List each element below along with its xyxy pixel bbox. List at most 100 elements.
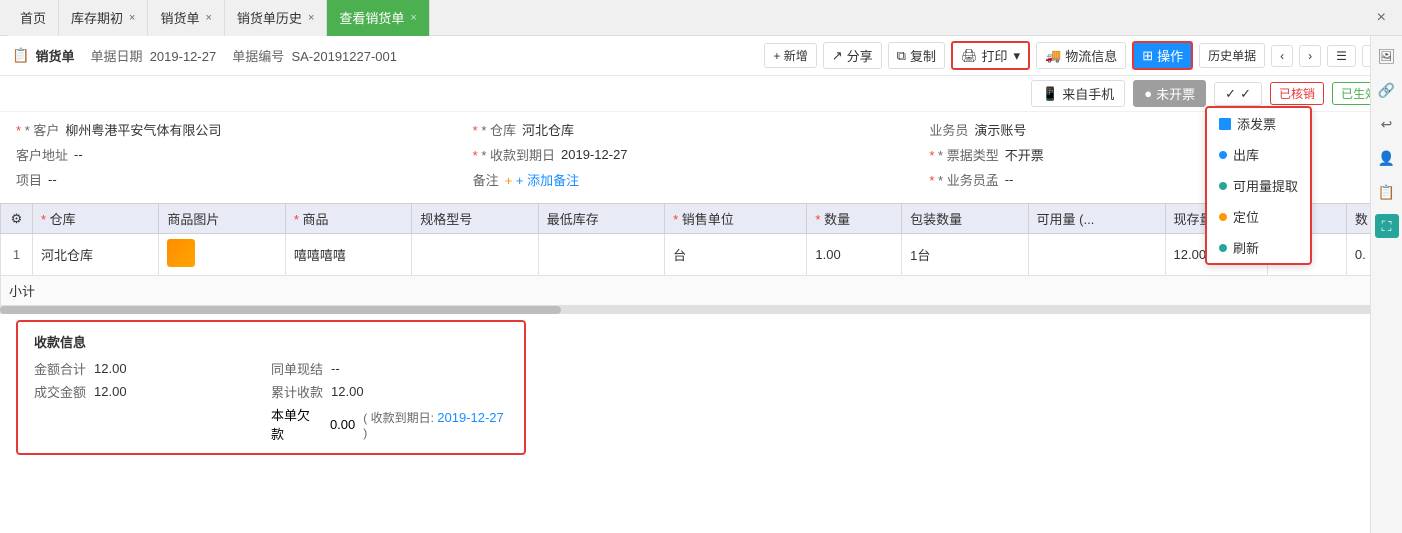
copy-icon: ⧉ <box>897 48 906 64</box>
dropdown-arrow: ▾ <box>1014 48 1021 64</box>
right-sidebar: 🖼 🔗 ↩ 👤 📋 ⛶ <box>1370 36 1402 533</box>
col-gear: ⚙ <box>1 204 33 234</box>
copy-button[interactable]: ⧉ 复制 <box>888 42 945 69</box>
tab-inventory-init[interactable]: 库存期初 × <box>59 0 148 36</box>
check-icon: ✓ <box>1225 86 1236 102</box>
summary-grid: 金额合计 12.00 同单现结 -- 成交金额 12.00 累计收款 12.00… <box>34 359 508 443</box>
from-phone-button[interactable]: 📱 来自手机 <box>1031 80 1125 107</box>
dropdown-locate[interactable]: 定位 <box>1207 201 1310 232</box>
row-product-img <box>159 234 285 276</box>
tab-close-history[interactable]: × <box>308 12 314 24</box>
tab-close-inventory[interactable]: × <box>129 12 135 24</box>
print-icon: 🖨 <box>961 48 978 64</box>
new-button[interactable]: + 新增 <box>764 43 816 68</box>
project-field: 项目 -- <box>16 170 473 189</box>
truck-icon: 🚚 <box>1045 48 1061 64</box>
number-label: 单据编号 SA-20191227-001 <box>232 46 397 65</box>
total-amount-value: 12.00 <box>94 361 127 376</box>
row-quantity: 1.00 <box>807 234 902 276</box>
tab-close-view[interactable]: × <box>410 12 416 24</box>
sidebar-link-icon[interactable]: 🔗 <box>1375 78 1399 102</box>
col-warehouse: * 仓库 <box>33 204 159 234</box>
due-date-link[interactable]: 2019-12-27 <box>437 410 504 425</box>
verify-button[interactable]: ✓ ✓ <box>1214 82 1262 106</box>
staff2-field: * * 业务员孟 -- <box>929 170 1386 189</box>
col-pack-qty: 包装数量 <box>902 204 1028 234</box>
sidebar-doc-icon[interactable]: 📋 <box>1375 180 1399 204</box>
tab-close-sales[interactable]: × <box>205 12 211 24</box>
document-header: 📋 销货单 单据日期 2019-12-27 单据编号 SA-20191227-0… <box>0 36 1402 76</box>
same-order-item: 同单现结 -- <box>271 359 508 378</box>
col-product-img: 商品图片 <box>159 204 285 234</box>
row-pack-qty: 1台 <box>902 234 1028 276</box>
row-warehouse: 河北仓库 <box>33 234 159 276</box>
sidebar-expand-icon[interactable]: ⛶ <box>1375 214 1399 238</box>
row-sales-unit: 台 <box>665 234 807 276</box>
product-table: ⚙ * 仓库 商品图片 * 商品 规格型号 最低库存 * 销售单位 * 数量 包… <box>0 203 1402 306</box>
sidebar-back-icon[interactable]: ↩ <box>1375 112 1399 136</box>
tab-home[interactable]: 首页 <box>8 0 59 36</box>
transaction-amount-item: 成交金额 12.00 <box>34 382 271 401</box>
add-note-button[interactable]: + + 添加备注 <box>505 170 579 189</box>
same-order-value: -- <box>331 361 340 376</box>
ops-icon: ⊞ <box>1142 48 1153 64</box>
total-amount-item: 金额合计 12.00 <box>34 359 271 378</box>
row-product: 嘻嘻嘻嘻 <box>285 234 411 276</box>
toolbar: + 新增 ↗ 分享 ⧉ 复制 🖨 打印 ▾ 🚚 物流信息 ⊞ 操作 <box>764 41 1390 70</box>
customer-field: * * 客户 柳州粤港平安气体有限公司 <box>16 120 473 139</box>
row-num: 1 <box>1 234 33 276</box>
col-quantity: * 数量 <box>807 204 902 234</box>
dropdown-quantity-pick[interactable]: 可用量提取 <box>1207 170 1310 201</box>
cumulative-payment-item: 累计收款 12.00 <box>271 382 508 401</box>
ticket-type-value: 不开票 <box>1005 145 1044 164</box>
current-debt-value: 0.00 <box>330 417 355 432</box>
main-content: 📋 销货单 单据日期 2019-12-27 单据编号 SA-20191227-0… <box>0 36 1402 533</box>
tab-sales-order[interactable]: 销货单 × <box>148 0 224 36</box>
next-button[interactable]: › <box>1299 45 1321 67</box>
tab-view-sales[interactable]: 查看销货单 × <box>327 0 429 36</box>
not-open-button[interactable]: ● 未开票 <box>1133 80 1206 107</box>
table-container: ⚙ * 仓库 商品图片 * 商品 规格型号 最低库存 * 销售单位 * 数量 包… <box>0 203 1402 314</box>
share-button[interactable]: ↗ 分享 <box>823 42 882 69</box>
staff-field: 业务员 演示账号 <box>929 120 1386 139</box>
customer-value: 柳州粤港平安气体有限公司 <box>65 120 221 139</box>
sidebar-image-icon[interactable]: 🖼 <box>1375 44 1399 68</box>
prev-button[interactable]: ‹ <box>1271 45 1293 67</box>
col-spec: 规格型号 <box>412 204 538 234</box>
list-view-button[interactable]: ☰ <box>1327 45 1356 67</box>
scrollbar-thumb[interactable] <box>0 306 561 314</box>
logistics-button[interactable]: 🚚 物流信息 <box>1036 42 1126 69</box>
row-spec <box>412 234 538 276</box>
tab-bar: 首页 库存期初 × 销货单 × 销货单历史 × 查看销货单 × × <box>0 0 1402 36</box>
window-close-button[interactable]: × <box>1369 9 1394 27</box>
ticket-type-field: * * 票据类型 不开票 <box>929 145 1386 164</box>
share-icon: ↗ <box>832 48 843 64</box>
doc-title: 📋 销货单 <box>12 46 74 65</box>
dropdown-outbound[interactable]: 出库 <box>1207 139 1310 170</box>
horizontal-scrollbar[interactable] <box>0 306 1402 314</box>
ops-button[interactable]: ⊞ 操作 <box>1132 41 1193 70</box>
print-button[interactable]: 🖨 打印 ▾ <box>951 41 1030 70</box>
circle-icon: ● <box>1144 86 1152 101</box>
dropdown-add-invoice[interactable]: 添发票 <box>1207 108 1310 139</box>
subtotal-label: 小计 <box>1 276 1402 306</box>
quantity-pick-icon <box>1219 182 1227 190</box>
staff-value: 演示账号 <box>974 120 1026 139</box>
sidebar-user-icon[interactable]: 👤 <box>1375 146 1399 170</box>
add-invoice-icon <box>1219 118 1231 130</box>
form-row-2: 客户地址 -- * * 收款到期日 2019-12-27 * * 票据类型 不开… <box>16 145 1386 164</box>
col-min-stock: 最低库存 <box>538 204 664 234</box>
action-row: 📱 来自手机 ● 未开票 ✓ ✓ 已核销 已生效 <box>0 76 1402 112</box>
tab-sales-history[interactable]: 销货单历史 × <box>225 0 327 36</box>
dropdown-refresh[interactable]: 刷新 <box>1207 232 1310 263</box>
address-field: 客户地址 -- <box>16 145 473 164</box>
col-available: 可用量 (... <box>1028 204 1165 234</box>
summary-title: 收款信息 <box>34 332 508 351</box>
warehouse-value: 河北仓库 <box>522 120 574 139</box>
subtotal-row: 小计 <box>1 276 1402 306</box>
project-value: -- <box>48 172 57 187</box>
product-image <box>167 239 195 267</box>
history-button[interactable]: 历史单据 <box>1199 43 1265 68</box>
summary-box: 收款信息 金额合计 12.00 同单现结 -- 成交金额 12.00 累计收款 … <box>16 320 526 455</box>
col-product: * 商品 <box>285 204 411 234</box>
